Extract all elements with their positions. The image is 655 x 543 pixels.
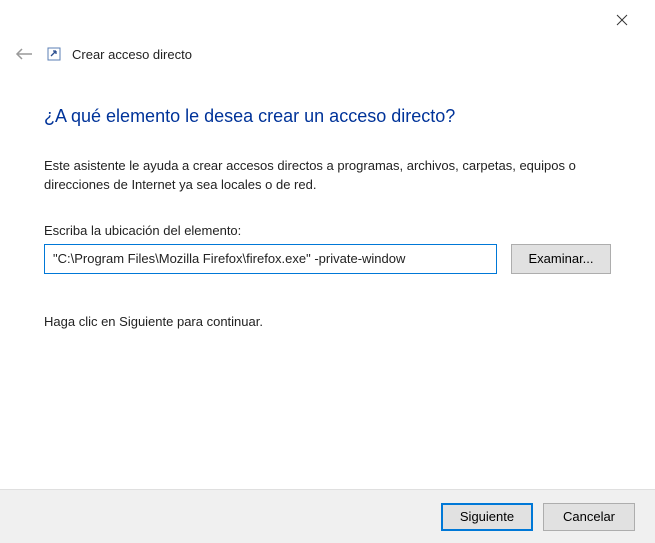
input-row: Examinar... bbox=[44, 244, 611, 274]
location-label: Escriba la ubicación del elemento: bbox=[44, 223, 611, 238]
continue-hint: Haga clic en Siguiente para continuar. bbox=[44, 314, 611, 329]
wizard-heading: ¿A qué elemento le desea crear un acceso… bbox=[44, 106, 611, 127]
shortcut-icon bbox=[46, 46, 62, 62]
title-bar bbox=[0, 0, 655, 40]
close-icon bbox=[616, 14, 628, 26]
back-button[interactable] bbox=[12, 47, 36, 61]
browse-button[interactable]: Examinar... bbox=[511, 244, 611, 274]
wizard-description: Este asistente le ayuda a crear accesos … bbox=[44, 157, 611, 195]
dialog-title: Crear acceso directo bbox=[72, 47, 192, 62]
cancel-button[interactable]: Cancelar bbox=[543, 503, 635, 531]
back-arrow-icon bbox=[15, 47, 33, 61]
footer-bar: Siguiente Cancelar bbox=[0, 489, 655, 543]
close-button[interactable] bbox=[607, 8, 637, 32]
next-button[interactable]: Siguiente bbox=[441, 503, 533, 531]
header-row: Crear acceso directo bbox=[0, 40, 655, 68]
content-area: ¿A qué elemento le desea crear un acceso… bbox=[0, 68, 655, 329]
location-input[interactable] bbox=[44, 244, 497, 274]
